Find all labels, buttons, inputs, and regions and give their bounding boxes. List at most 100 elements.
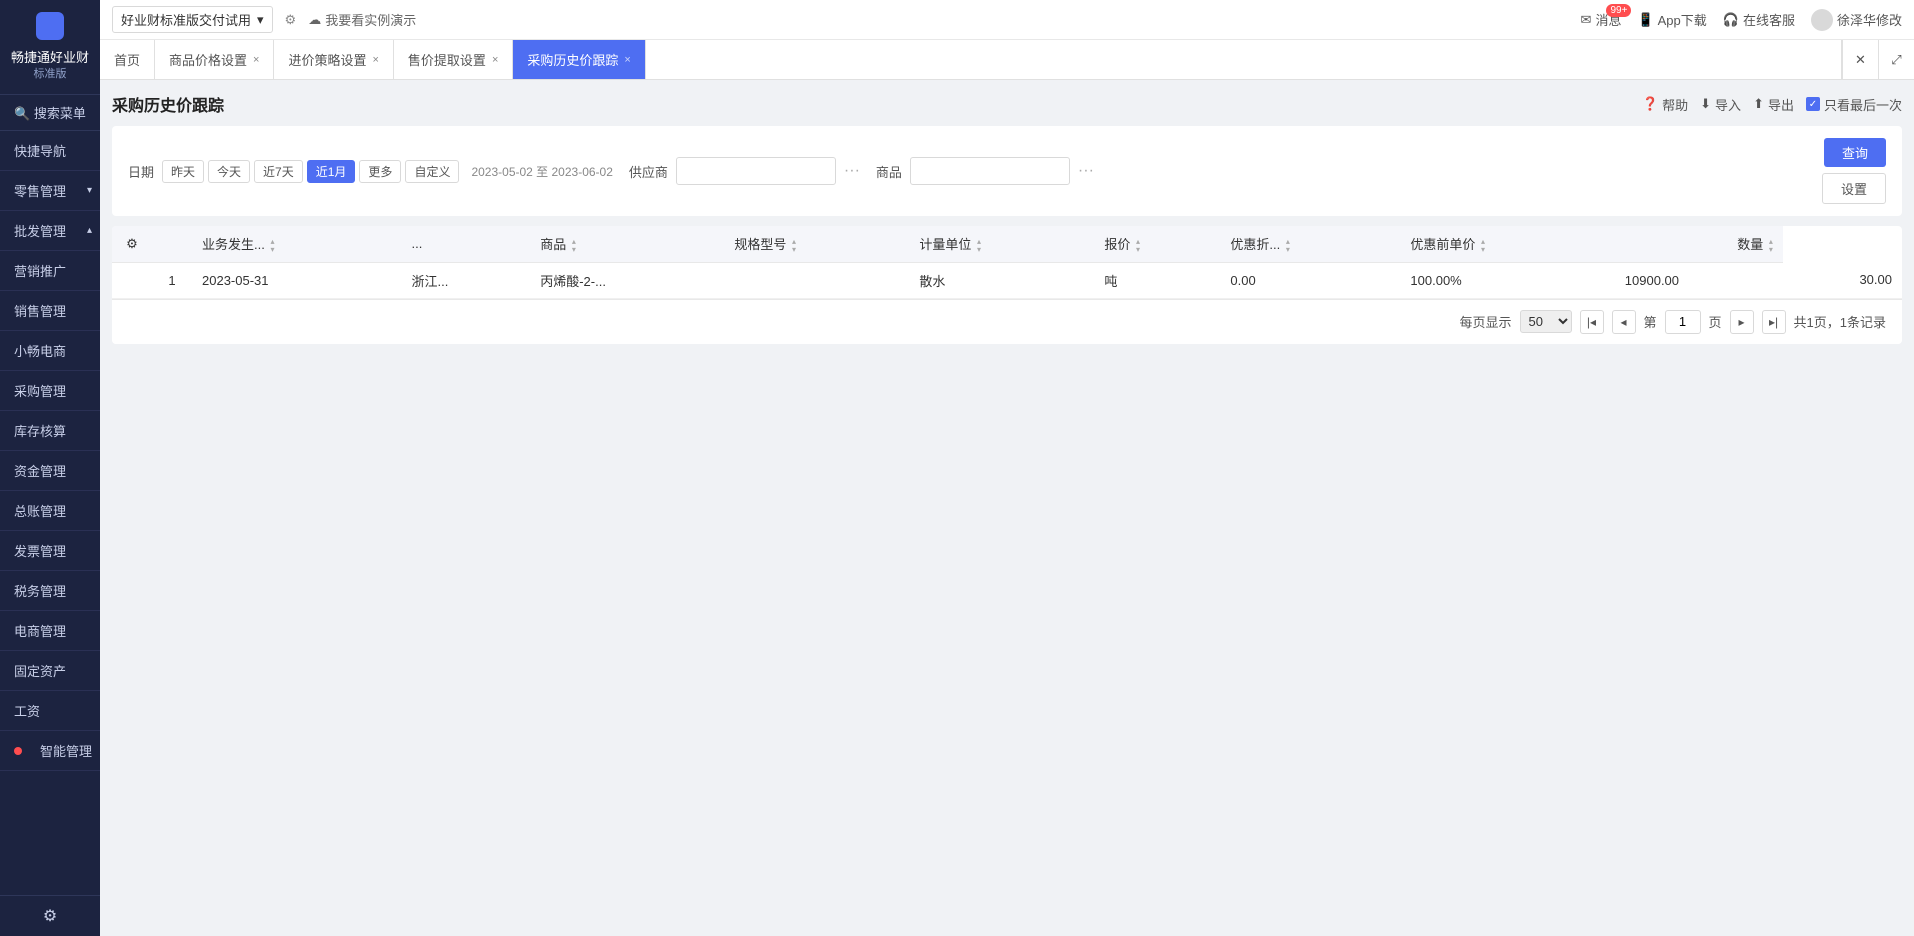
sidebar-item-inventory[interactable]: 库存核算 — [0, 411, 100, 451]
td-supplier: 浙江... — [401, 262, 530, 298]
sidebar-item-ecommerce[interactable]: 电商管理 — [0, 611, 100, 651]
th-product[interactable]: 商品 ▴▾ — [530, 226, 724, 262]
sidebar-item-retail[interactable]: 零售管理 ▾ — [0, 171, 100, 211]
supplier-filter-label: 供应商 — [629, 162, 668, 181]
export-label: 导出 — [1768, 95, 1794, 114]
tab-sale-price[interactable]: 售价提取设置 × — [394, 40, 513, 80]
tab-expand-button[interactable]: ⤢ — [1878, 40, 1914, 80]
th-date[interactable]: 业务发生... ▴▾ — [192, 226, 401, 262]
date-btn-today[interactable]: 今天 — [208, 160, 250, 183]
per-page-label: 每页显示 — [1459, 312, 1511, 331]
help-button[interactable]: ❓ 帮助 — [1642, 95, 1688, 114]
tab-purchase-history[interactable]: 采购历史价跟踪 × — [513, 40, 645, 80]
next-page-button[interactable]: ▸ — [1730, 310, 1754, 334]
last-page-button[interactable]: ▸| — [1762, 310, 1786, 334]
td-date: 2023-05-31 — [192, 262, 401, 298]
settings-icon[interactable]: ⚙ — [285, 12, 297, 28]
sidebar-quick-nav[interactable]: 快捷导航 — [0, 131, 100, 171]
tab-product-price[interactable]: 商品价格设置 × — [155, 40, 274, 80]
th-original-price[interactable]: 优惠前单价 ▴▾ — [1400, 226, 1614, 262]
row-price-unit: 吨 — [1104, 274, 1117, 289]
export-button[interactable]: ⬆ 导出 — [1753, 95, 1794, 114]
tab-product-price-label: 商品价格设置 — [169, 50, 247, 69]
date-buttons: 昨天 今天 近7天 近1月 更多 自定义 — [162, 160, 459, 183]
tab-purchase-strategy[interactable]: 进价策略设置 × — [274, 40, 393, 80]
sidebar-search[interactable]: 🔍 搜索菜单 — [0, 95, 100, 131]
sort-icon-product: ▴▾ — [572, 238, 576, 254]
sidebar-item-marketing[interactable]: 营销推广 — [0, 251, 100, 291]
product-filter-label: 商品 — [876, 162, 902, 181]
date-btn-7days[interactable]: 近7天 — [254, 160, 303, 183]
app-download-button[interactable]: 📱 App下载 — [1637, 10, 1706, 29]
import-button[interactable]: ⬇ 导入 — [1700, 95, 1741, 114]
th-quantity[interactable]: 数量 ▴▾ — [1615, 226, 1783, 262]
tab-purchase-history-close[interactable]: × — [624, 54, 630, 66]
page-input[interactable] — [1665, 310, 1701, 334]
only-last-toggle[interactable]: ✓ 只看最后一次 — [1806, 95, 1902, 114]
sidebar-settings[interactable]: ⚙ — [0, 895, 100, 936]
sidebar-item-payroll[interactable]: 工资 — [0, 691, 100, 731]
th-price-label: 报价 — [1104, 237, 1130, 252]
sidebar-item-smart[interactable]: 智能管理 — [0, 731, 100, 771]
th-spec[interactable]: 规格型号 ▴▾ — [724, 226, 909, 262]
product-input[interactable] — [910, 157, 1070, 185]
tab-home[interactable]: 首页 — [100, 40, 155, 80]
supplier-input[interactable] — [676, 157, 836, 185]
demo-icon: ☁ — [308, 12, 321, 28]
th-extra-label: ... — [411, 236, 422, 251]
setting-button[interactable]: 设置 — [1822, 173, 1886, 204]
messages-button[interactable]: ✉ 消息 99+ — [1581, 10, 1622, 29]
sidebar-item-purchase[interactable]: 采购管理 — [0, 371, 100, 411]
sidebar-item-wholesale[interactable]: 批发管理 ▴ — [0, 211, 100, 251]
table-header-row: ⚙ 业务发生... ▴▾ ... 商品 ▴▾ — [112, 226, 1902, 262]
th-spec-label: 规格型号 — [734, 237, 786, 252]
sidebar-item-finance[interactable]: 资金管理 — [0, 451, 100, 491]
per-page-select[interactable]: 50 20 100 — [1520, 310, 1572, 333]
user-profile-button[interactable]: 徐泽华修改 — [1811, 9, 1902, 31]
query-button[interactable]: 查询 — [1824, 138, 1886, 167]
th-num — [152, 226, 192, 262]
product-selector[interactable]: 好业财标准版交付试用 ▾ — [112, 6, 273, 33]
demo-link[interactable]: ☁ 我要看实例演示 — [308, 10, 416, 29]
sidebar-item-accounting[interactable]: 总账管理 — [0, 491, 100, 531]
prev-page-button[interactable]: ◂ — [1612, 310, 1636, 334]
sidebar-item-ecommerce-small[interactable]: 小畅电商 — [0, 331, 100, 371]
th-unit[interactable]: 计量单位 ▴▾ — [909, 226, 1094, 262]
td-price-unit: 吨 — [1094, 262, 1220, 298]
row-quantity: 30.00 — [1859, 272, 1892, 287]
tab-product-price-close[interactable]: × — [253, 54, 259, 66]
sidebar-item-smart-label: 智能管理 — [40, 741, 92, 760]
th-extra[interactable]: ... — [401, 226, 530, 262]
th-discount[interactable]: 优惠折... ▴▾ — [1220, 226, 1400, 262]
sidebar-item-invoice[interactable]: 发票管理 — [0, 531, 100, 571]
sidebar-item-sales[interactable]: 销售管理 — [0, 291, 100, 331]
row-product: 丙烯酸-2-... — [540, 274, 606, 289]
date-btn-custom[interactable]: 自定义 — [405, 160, 459, 183]
supplier-dots[interactable]: ··· — [844, 162, 860, 180]
tab-purchase-strategy-close[interactable]: × — [372, 54, 378, 66]
tab-close-all-button[interactable]: ✕ — [1842, 40, 1878, 80]
sidebar-item-accounting-label: 总账管理 — [14, 501, 66, 520]
date-btn-more[interactable]: 更多 — [359, 160, 401, 183]
online-service-button[interactable]: 🎧 在线客服 — [1723, 10, 1795, 29]
tab-purchase-history-label: 采购历史价跟踪 — [527, 50, 618, 69]
gear-col-icon: ⚙ — [126, 236, 138, 251]
date-btn-yesterday[interactable]: 昨天 — [162, 160, 204, 183]
first-page-button[interactable]: |◂ — [1580, 310, 1604, 334]
date-btn-1month[interactable]: 近1月 — [307, 160, 356, 183]
th-unit-label: 计量单位 — [919, 237, 971, 252]
th-gear[interactable]: ⚙ — [112, 226, 152, 262]
expand-icon: ⤢ — [1891, 52, 1901, 68]
sidebar-item-sales-label: 销售管理 — [14, 301, 66, 320]
product-dots[interactable]: ··· — [1078, 162, 1094, 180]
tab-sale-price-close[interactable]: × — [492, 54, 498, 66]
sidebar-item-fixed-assets[interactable]: 固定资产 — [0, 651, 100, 691]
th-price[interactable]: 报价 ▴▾ — [1094, 226, 1220, 262]
only-last-checkbox[interactable]: ✓ — [1806, 97, 1820, 111]
page-header: 采购历史价跟踪 ❓ 帮助 ⬇ 导入 ⬆ 导出 ✓ 只看最后一次 — [112, 92, 1902, 116]
sidebar-item-tax[interactable]: 税务管理 — [0, 571, 100, 611]
sidebar-item-marketing-label: 营销推广 — [14, 261, 66, 280]
messages-badge: 99+ — [1606, 4, 1631, 17]
row-quoted-price: 0.00 — [1230, 273, 1255, 288]
td-product: 丙烯酸-2-... — [530, 262, 724, 298]
